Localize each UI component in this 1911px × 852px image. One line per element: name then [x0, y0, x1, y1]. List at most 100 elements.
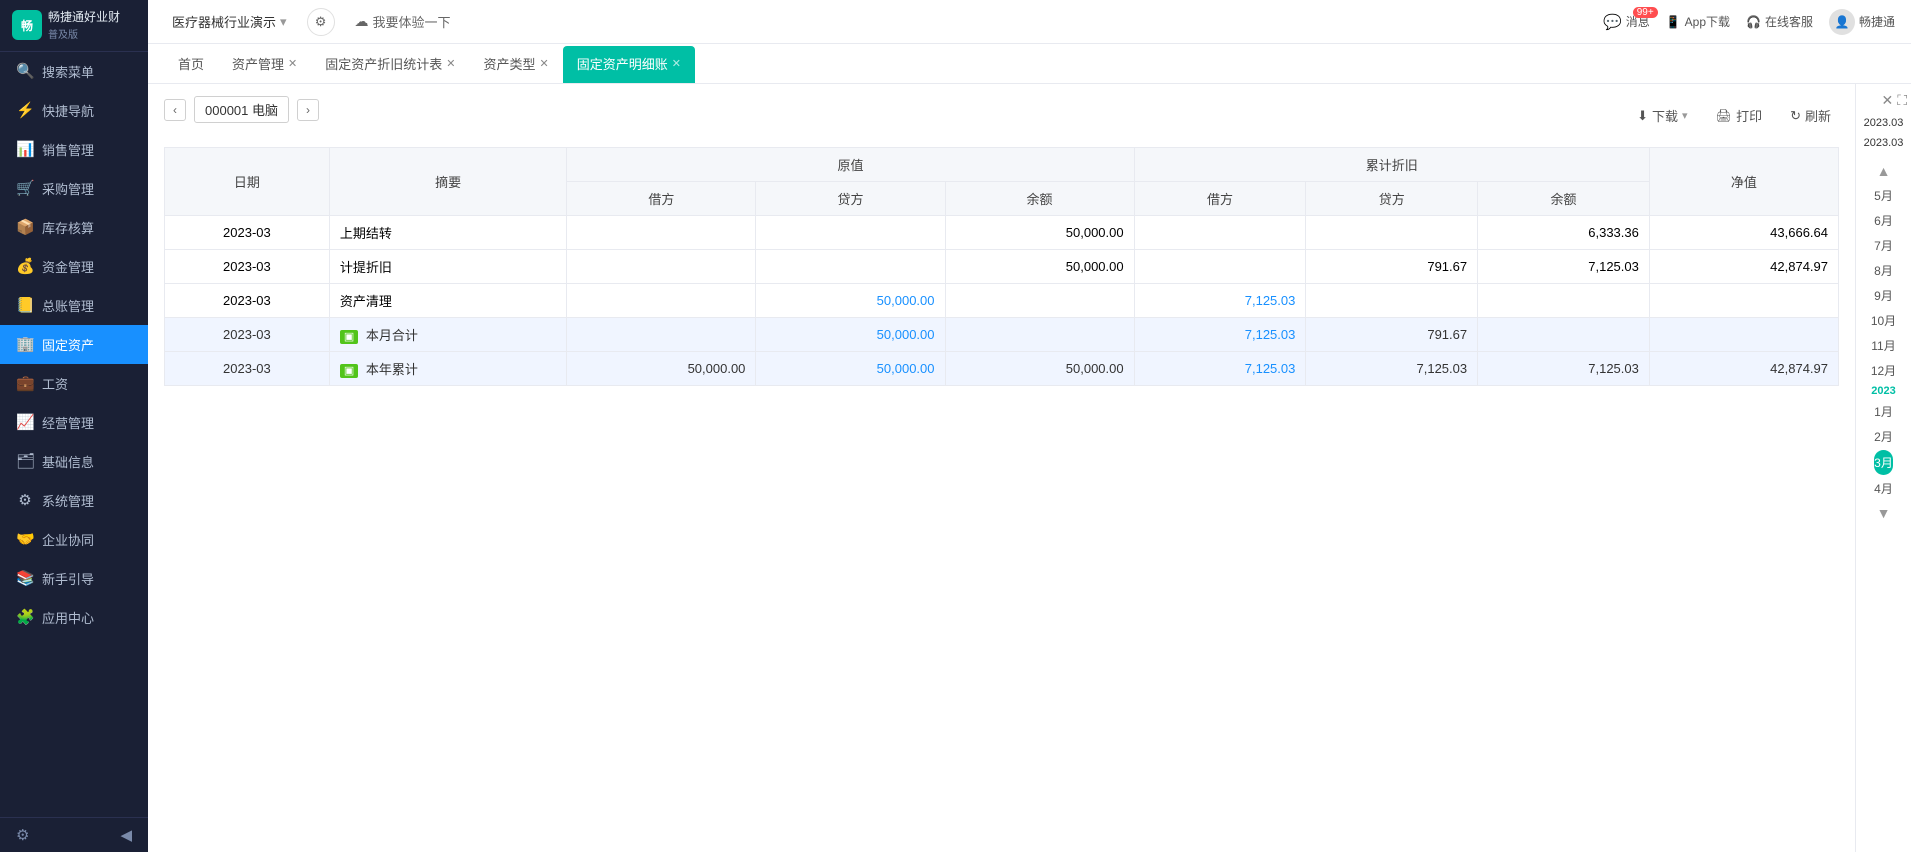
timeline-top-date1[interactable]: 2023.03: [1856, 113, 1911, 133]
sidebar-item-guide[interactable]: 📚 新手引导: [0, 559, 148, 598]
timeline-month-7[interactable]: 7月: [1871, 233, 1896, 258]
sidebar-item-collab[interactable]: 🤝 企业协同: [0, 520, 148, 559]
tab-assets-close[interactable]: ✕: [288, 57, 297, 70]
col-orig-balance: 余额: [945, 182, 1134, 216]
sidebar-item-fixedasset[interactable]: 🏢 固定资产: [0, 325, 148, 364]
download-btn[interactable]: ⬇ 下载 ▾: [1629, 102, 1695, 129]
headset-icon: 🎧: [1746, 15, 1761, 29]
timeline-month-12[interactable]: 12月: [1871, 358, 1896, 383]
expand-panel-btn[interactable]: ⛶: [1897, 92, 1907, 109]
tab-asset-detail-close[interactable]: ✕: [672, 57, 681, 70]
timeline-scroll-down[interactable]: ▼: [1873, 501, 1895, 525]
col-summary: 摘要: [329, 148, 567, 216]
general-icon: 📒: [16, 296, 34, 314]
inventory-icon: 📦: [16, 218, 34, 236]
user-avatar: 👤: [1829, 9, 1855, 35]
app-version: 普及版: [48, 26, 120, 41]
tabbar: 首页 资产管理 ✕ 固定资产折旧统计表 ✕ 资产类型 ✕ 固定资产明细账 ✕: [148, 44, 1911, 84]
experience-btn[interactable]: ☁ 我要体验一下: [347, 8, 459, 35]
col-original-value-group: 原值: [567, 148, 1134, 182]
timeline-month-4[interactable]: 4月: [1870, 476, 1897, 501]
sidebar-item-general[interactable]: 📒 总账管理: [0, 286, 148, 325]
tab-home[interactable]: 首页: [164, 46, 218, 83]
col-net-value: 净值: [1649, 148, 1838, 216]
main-content: 医疗器械行业演示 ▾ ⚙ ☁ 我要体验一下 💬 消息 99+ 📱 App下载 🎧…: [148, 0, 1911, 852]
collapse-sidebar-icon[interactable]: ◀: [120, 826, 132, 844]
topbar: 医疗器械行业演示 ▾ ⚙ ☁ 我要体验一下 💬 消息 99+ 📱 App下载 🎧…: [148, 0, 1911, 44]
app-download-btn[interactable]: 📱 App下载: [1666, 13, 1730, 30]
timeline-month-2[interactable]: 2月: [1870, 424, 1897, 449]
timeline-panel: ✕ ⛶ 2023.03 2023.03 ▲ 5月 6月 7月 8月 9月 10月…: [1855, 84, 1911, 852]
tab-asset-detail[interactable]: 固定资产明细账 ✕: [563, 46, 695, 83]
timeline-top-date2[interactable]: 2023.03: [1856, 133, 1911, 153]
basic-icon: 🗂: [16, 452, 34, 470]
sales-icon: 📊: [16, 140, 34, 158]
sidebar-item-apps[interactable]: 🧩 应用中心: [0, 598, 148, 637]
timeline-month-11[interactable]: 11月: [1871, 333, 1896, 358]
chevron-down-icon: ▾: [280, 14, 287, 30]
table-row: 2023-03▣ 本年累计50,000.0050,000.0050,000.00…: [165, 352, 1839, 386]
company-name: 医疗器械行业演示: [172, 12, 276, 31]
tab-depreciation-close[interactable]: ✕: [446, 57, 455, 70]
content-area: ‹ 000001 电脑 › ⬇ 下载 ▾ 🖨 打印: [148, 84, 1911, 852]
apps-icon: 🧩: [16, 608, 34, 626]
app-name: 畅捷通好业财: [48, 10, 120, 26]
service-btn[interactable]: 🎧 在线客服: [1746, 13, 1813, 30]
topbar-settings-btn[interactable]: ⚙: [307, 8, 335, 36]
chevron-left-icon: ‹: [173, 103, 177, 117]
sidebar-item-operations[interactable]: 📈 经营管理: [0, 403, 148, 442]
message-btn[interactable]: 💬 消息 99+: [1603, 13, 1650, 31]
chevron-right-icon: ›: [306, 103, 310, 117]
table-row: 2023-03计提折旧50,000.00791.677,125.0342,874…: [165, 250, 1839, 284]
refresh-icon: ↻: [1790, 108, 1801, 124]
col-orig-debit: 借方: [567, 182, 756, 216]
next-asset-btn[interactable]: ›: [297, 99, 319, 121]
purchase-icon: 🛒: [16, 179, 34, 197]
sidebar: 畅 畅捷通好业财 普及版 🔍 搜索菜单 ⚡ 快捷导航 📊 销售管理 🛒 采购管理…: [0, 0, 148, 852]
tab-depreciation[interactable]: 固定资产折旧统计表 ✕: [311, 46, 469, 83]
tab-assets[interactable]: 资产管理 ✕: [218, 46, 311, 83]
sidebar-bottom: ⚙ ◀: [0, 817, 148, 852]
timeline-month-9[interactable]: 9月: [1871, 283, 1896, 308]
company-selector[interactable]: 医疗器械行业演示 ▾: [164, 8, 295, 35]
col-accum-debit: 借方: [1134, 182, 1306, 216]
col-accum-credit: 贷方: [1306, 182, 1478, 216]
sidebar-item-sales[interactable]: 📊 销售管理: [0, 130, 148, 169]
collab-icon: 🤝: [16, 530, 34, 548]
close-panel-btn[interactable]: ✕: [1881, 92, 1893, 109]
timeline-months-section2: 1月 2月 3月 4月: [1870, 399, 1897, 501]
timeline-months-section1: 5月 6月 7月 8月 9月 10月 11月 12月: [1871, 183, 1896, 383]
chevron-down-icon: ▾: [1682, 109, 1688, 122]
sidebar-item-funds[interactable]: 💰 资金管理: [0, 247, 148, 286]
sidebar-item-system[interactable]: ⚙ 系统管理: [0, 481, 148, 520]
timeline-month-10[interactable]: 10月: [1871, 308, 1896, 333]
tab-asset-type[interactable]: 资产类型 ✕: [469, 46, 562, 83]
sidebar-item-purchase[interactable]: 🛒 采购管理: [0, 169, 148, 208]
print-btn[interactable]: 🖨 打印: [1708, 102, 1771, 129]
sidebar-item-search[interactable]: 🔍 搜索菜单: [0, 52, 148, 91]
timeline-month-5[interactable]: 5月: [1871, 183, 1896, 208]
sidebar-item-salary[interactable]: 💼 工资: [0, 364, 148, 403]
sidebar-nav: 🔍 搜索菜单 ⚡ 快捷导航 📊 销售管理 🛒 采购管理 📦 库存核算 💰 资金管…: [0, 52, 148, 817]
timeline-month-6[interactable]: 6月: [1871, 208, 1896, 233]
tab-asset-type-close[interactable]: ✕: [540, 57, 549, 70]
sidebar-item-quicknav[interactable]: ⚡ 快捷导航: [0, 91, 148, 130]
quicknav-icon: ⚡: [16, 101, 34, 119]
timeline-month-1[interactable]: 1月: [1870, 399, 1897, 424]
print-icon: 🖨: [1716, 108, 1733, 124]
table-panel: ‹ 000001 电脑 › ⬇ 下载 ▾ 🖨 打印: [148, 84, 1855, 852]
funds-icon: 💰: [16, 257, 34, 275]
topbar-right: 💬 消息 99+ 📱 App下载 🎧 在线客服 👤 畅捷通: [1603, 9, 1895, 35]
timeline-scroll-up[interactable]: ▲: [1873, 159, 1895, 183]
sidebar-item-basic[interactable]: 🗂 基础信息: [0, 442, 148, 481]
user-btn[interactable]: 👤 畅捷通: [1829, 9, 1895, 35]
settings-bottom-icon[interactable]: ⚙: [16, 826, 29, 844]
sidebar-item-inventory[interactable]: 📦 库存核算: [0, 208, 148, 247]
col-accum-balance: 余额: [1478, 182, 1650, 216]
download-icon: ⬇: [1637, 108, 1648, 124]
timeline-month-3[interactable]: 3月: [1874, 450, 1893, 475]
prev-asset-btn[interactable]: ‹: [164, 99, 186, 121]
refresh-btn[interactable]: ↻ 刷新: [1782, 102, 1839, 129]
asset-nav: ‹ 000001 电脑 ›: [164, 96, 319, 123]
timeline-month-8[interactable]: 8月: [1871, 258, 1896, 283]
